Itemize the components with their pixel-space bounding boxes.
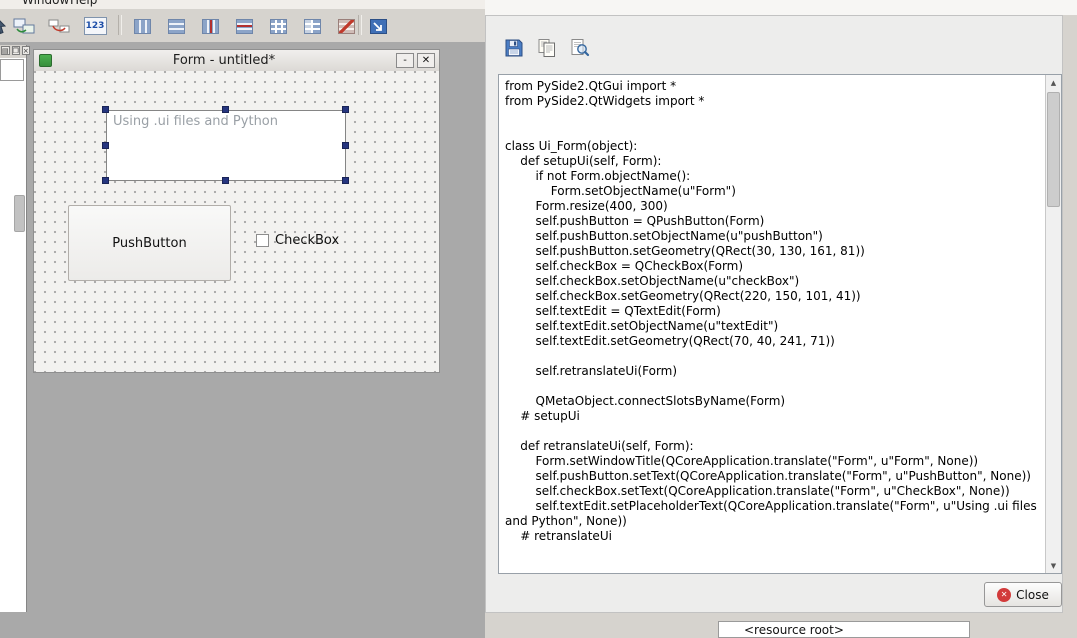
form-window: Form - untitled* - ✕ Using .ui files and… bbox=[33, 49, 440, 373]
save-button[interactable] bbox=[500, 34, 528, 62]
edit-tab-order-icon: 123 bbox=[84, 17, 107, 35]
lay-out-vertical-splitter-button[interactable] bbox=[230, 12, 258, 40]
edit-signals-slots-icon bbox=[13, 16, 35, 36]
code-scrollbar[interactable]: ▲ ▼ bbox=[1045, 75, 1061, 573]
main-toolbar: 123 bbox=[0, 9, 485, 42]
form-close-button[interactable]: ✕ bbox=[417, 53, 435, 68]
scroll-down-button[interactable]: ▼ bbox=[1046, 558, 1061, 573]
form-titlebar[interactable]: Form - untitled* - ✕ bbox=[34, 50, 439, 72]
edit-buddies-icon bbox=[48, 16, 70, 36]
checkbox-label: CheckBox bbox=[275, 233, 339, 248]
resource-root-item[interactable]: <resource root> bbox=[718, 621, 970, 638]
edit-buddies-button[interactable] bbox=[45, 12, 73, 40]
dock-header[interactable]: ▤ ❐ × bbox=[0, 45, 26, 58]
lay-out-form-layout-icon bbox=[304, 19, 321, 34]
lay-out-grid-icon bbox=[270, 19, 287, 34]
break-layout-icon bbox=[338, 19, 355, 34]
copy-button[interactable] bbox=[533, 34, 561, 62]
lay-out-grid-button[interactable] bbox=[264, 12, 292, 40]
save-icon bbox=[503, 37, 525, 59]
widget-box-panel: ▤ ❐ × bbox=[0, 45, 27, 612]
form-minimize-button[interactable]: - bbox=[396, 53, 414, 68]
find-button[interactable] bbox=[566, 34, 594, 62]
selection-handle-n[interactable] bbox=[222, 106, 229, 113]
form-title: Form - untitled* bbox=[52, 53, 396, 68]
dock-close-button[interactable]: × bbox=[22, 46, 30, 55]
selection-handle-nw[interactable] bbox=[102, 106, 109, 113]
lay-out-vertically-button[interactable] bbox=[162, 12, 190, 40]
form-icon bbox=[39, 54, 52, 67]
selection-handle-se[interactable] bbox=[342, 177, 349, 184]
toolbar-separator bbox=[118, 15, 122, 35]
lay-out-vertically-icon bbox=[168, 19, 185, 34]
close-button[interactable]: ✕ Close bbox=[984, 582, 1062, 607]
edit-widgets-icon bbox=[0, 17, 8, 35]
code-text: from PySide2.QtGui import * from PySide2… bbox=[499, 75, 1045, 573]
break-layout-button[interactable] bbox=[332, 12, 360, 40]
selection-handle-sw[interactable] bbox=[102, 177, 109, 184]
textedit-widget[interactable]: Using .ui files and Python bbox=[106, 110, 346, 181]
scroll-up-button[interactable]: ▲ bbox=[1046, 75, 1061, 90]
find-icon bbox=[569, 37, 591, 59]
menu-item-help[interactable]: Help bbox=[70, 0, 97, 7]
checkbox-widget[interactable]: CheckBox bbox=[256, 231, 339, 249]
selection-handle-e[interactable] bbox=[342, 142, 349, 149]
scrollbar-thumb[interactable] bbox=[1047, 92, 1060, 207]
dock-scrollbar-thumb[interactable] bbox=[14, 195, 25, 232]
lay-out-horizontally-button[interactable] bbox=[128, 12, 156, 40]
copy-icon bbox=[536, 37, 558, 59]
adjust-size-button[interactable] bbox=[364, 12, 392, 40]
lay-out-form-layout-button[interactable] bbox=[298, 12, 326, 40]
pushbutton-widget[interactable]: PushButton bbox=[68, 205, 231, 281]
edit-tab-order-button[interactable]: 123 bbox=[81, 12, 109, 40]
lay-out-horizontally-icon bbox=[134, 19, 151, 34]
lay-out-vertical-splitter-icon bbox=[236, 19, 253, 34]
selection-handle-s[interactable] bbox=[222, 177, 229, 184]
lay-out-horizontal-splitter-icon bbox=[202, 19, 219, 34]
selection-handle-ne[interactable] bbox=[342, 106, 349, 113]
code-preview-dialog: from PySide2.QtGui import * from PySide2… bbox=[485, 15, 1063, 613]
toolbar-separator bbox=[358, 15, 362, 35]
lay-out-horizontal-splitter-button[interactable] bbox=[196, 12, 224, 40]
menu-item-window[interactable]: Window bbox=[22, 0, 69, 7]
dock-search-box[interactable] bbox=[0, 59, 24, 81]
checkbox-indicator[interactable] bbox=[256, 234, 269, 247]
form-canvas[interactable]: Using .ui files and Python PushButton Ch… bbox=[34, 71, 439, 372]
close-icon: ✕ bbox=[997, 588, 1011, 602]
edit-signals-slots-button[interactable] bbox=[10, 12, 38, 40]
close-button-label: Close bbox=[1016, 588, 1049, 602]
window-background-top-right bbox=[485, 0, 1077, 15]
dock-float-button[interactable]: ❐ bbox=[12, 46, 20, 55]
dock-menu-button[interactable]: ▤ bbox=[1, 46, 10, 55]
adjust-size-icon bbox=[370, 19, 387, 34]
code-view[interactable]: from PySide2.QtGui import * from PySide2… bbox=[498, 74, 1062, 574]
selection-handle-w[interactable] bbox=[102, 142, 109, 149]
